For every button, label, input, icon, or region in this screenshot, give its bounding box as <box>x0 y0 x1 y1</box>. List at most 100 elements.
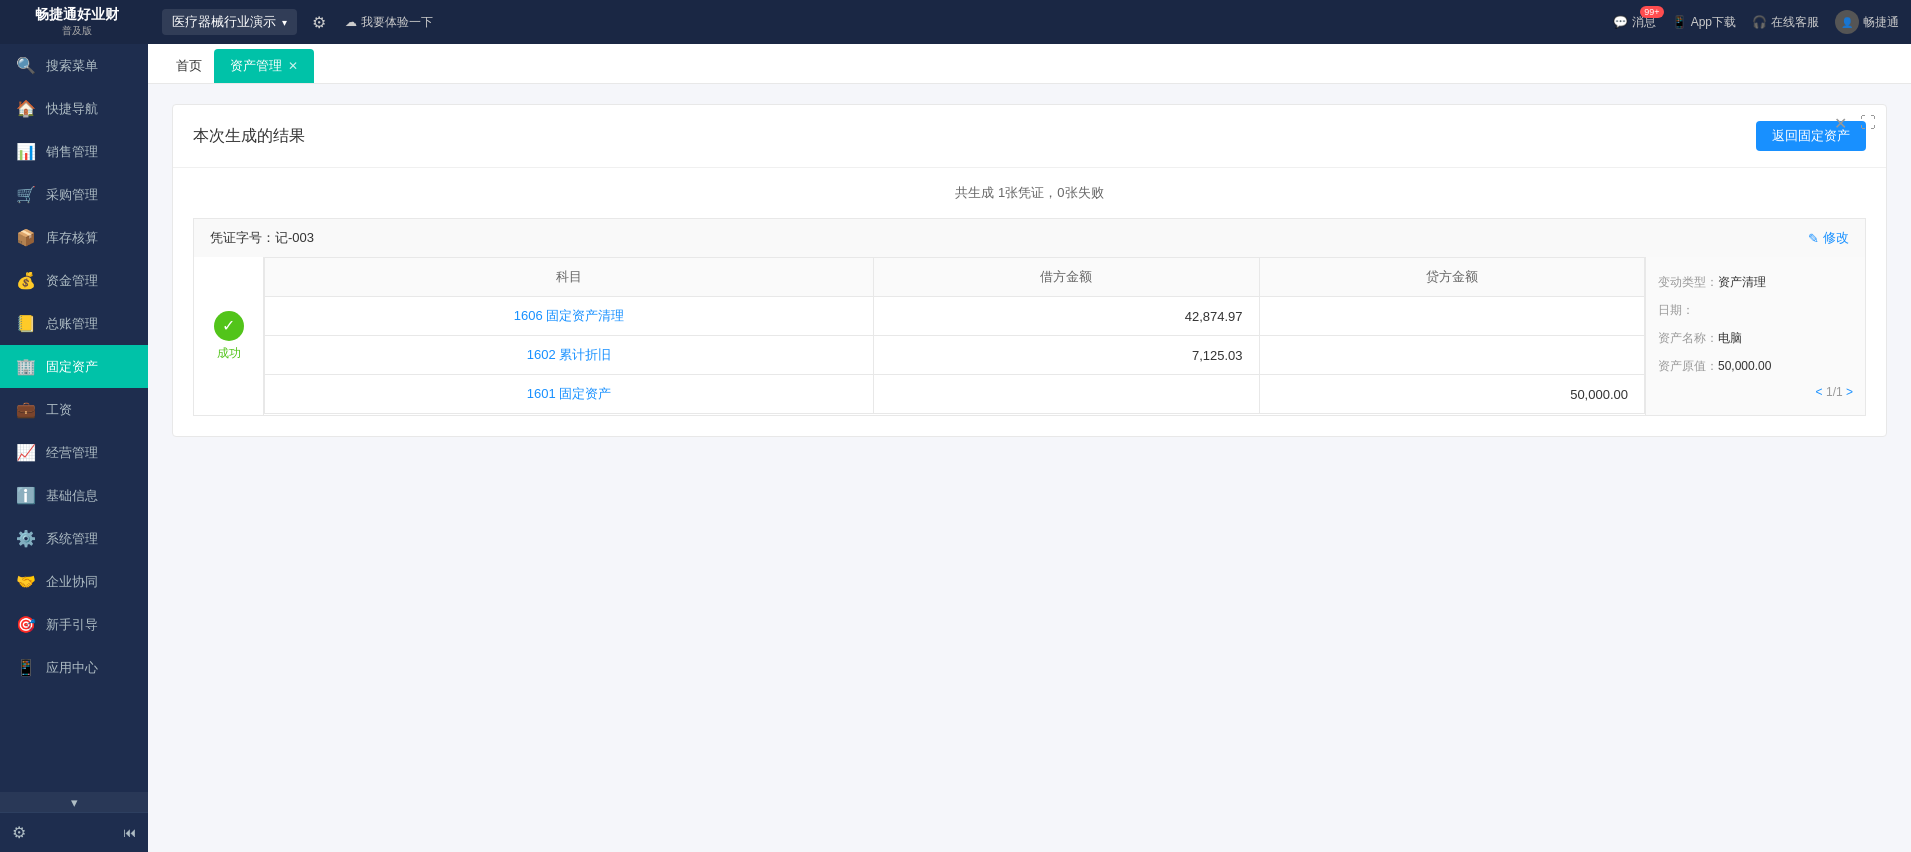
guide-icon: 🎯 <box>16 615 36 634</box>
voucher-table-wrapper: 科目 借方金额 贷方金额 1606 固定资产清理 42,874.97 <box>264 257 1645 415</box>
online-service-label: 在线客服 <box>1771 14 1819 31</box>
sidebar-item-quick-nav[interactable]: 🏠 快捷导航 <box>0 87 148 130</box>
main-layout: 🔍 搜索菜单 🏠 快捷导航 📊 销售管理 🛒 采购管理 📦 库存核算 💰 <box>0 44 1911 852</box>
online-service-nav-item[interactable]: 🎧 在线客服 <box>1752 14 1819 31</box>
sidebar-item-purchase[interactable]: 🛒 采购管理 <box>0 173 148 216</box>
sidebar-item-label: 工资 <box>46 401 72 419</box>
asset-value-label: 资产原值： <box>1658 357 1718 375</box>
sidebar-item-fixed-assets[interactable]: 🏢 固定资产 <box>0 345 148 388</box>
chevron-down-icon: ▾ <box>282 17 287 28</box>
debit-cell-2: 7,125.03 <box>874 336 1259 375</box>
close-icon[interactable]: ✕ <box>1828 111 1852 135</box>
status-column: ✓ 成功 <box>194 257 264 415</box>
table-row: 1601 固定资产 50,000.00 <box>265 375 1645 414</box>
payroll-icon: 💼 <box>16 400 36 419</box>
ledger-icon: 📒 <box>16 314 36 333</box>
sidebar-item-ledger[interactable]: 📒 总账管理 <box>0 302 148 345</box>
purchase-icon: 🛒 <box>16 185 36 204</box>
prev-page-button[interactable]: < <box>1816 385 1823 399</box>
change-type-label: 变动类型： <box>1658 273 1718 291</box>
tab-close-icon[interactable]: ✕ <box>288 59 298 73</box>
logo-area: 畅捷通好业财 普及版 <box>12 6 142 38</box>
sidebar-item-label: 基础信息 <box>46 487 98 505</box>
cloud-icon: ☁ <box>345 15 357 29</box>
sidebar-item-search[interactable]: 🔍 搜索菜单 <box>0 44 148 87</box>
summary-text: 共生成 1张凭证，0张失败 <box>955 185 1103 200</box>
app-download-nav-item[interactable]: 📱 App下载 <box>1672 14 1736 31</box>
sidebar-item-guide[interactable]: 🎯 新手引导 <box>0 603 148 646</box>
sidebar-item-label: 固定资产 <box>46 358 98 376</box>
message-badge: 99+ <box>1640 6 1663 18</box>
header-right: 💬 消息 99+ 📱 App下载 🎧 在线客服 👤 畅捷通 <box>1613 10 1899 34</box>
inventory-icon: 📦 <box>16 228 36 247</box>
page-content: ✕ ⛶ 本次生成的结果 返回固定资产 共生成 1张凭证，0张失败 凭证字号：记-… <box>148 84 1911 852</box>
sidebar-item-label: 搜索菜单 <box>46 57 98 75</box>
user-name: 畅捷通 <box>1863 14 1899 31</box>
sidebar-item-basic-info[interactable]: ℹ️ 基础信息 <box>0 474 148 517</box>
sidebar-scroll-down[interactable]: ▾ <box>0 792 148 812</box>
content-area: 首页 资产管理 ✕ ✕ ⛶ 本次生成的结果 返回固定资产 <box>148 44 1911 852</box>
edit-icon: ✎ <box>1808 231 1819 246</box>
tab-asset-mgmt[interactable]: 资产管理 ✕ <box>214 49 314 83</box>
headset-icon: 🎧 <box>1752 15 1767 29</box>
result-header: 本次生成的结果 返回固定资产 <box>173 105 1886 168</box>
bottom-settings-icon[interactable]: ⚙ <box>12 823 26 842</box>
asset-name-value: 电脑 <box>1718 329 1742 347</box>
sidebar-item-label: 新手引导 <box>46 616 98 634</box>
col-debit: 借方金额 <box>874 258 1259 297</box>
tab-asset-mgmt-label: 资产管理 <box>230 57 282 75</box>
sidebar-item-inventory[interactable]: 📦 库存核算 <box>0 216 148 259</box>
app-center-icon: 📱 <box>16 658 36 677</box>
col-credit: 贷方金额 <box>1259 258 1644 297</box>
sidebar-item-sys-mgmt[interactable]: ⚙️ 系统管理 <box>0 517 148 560</box>
result-summary: 共生成 1张凭证，0张失败 <box>173 168 1886 218</box>
sales-icon: 📊 <box>16 142 36 161</box>
info-icon: ℹ️ <box>16 486 36 505</box>
voucher-header: 凭证字号：记-003 ✎ 修改 <box>193 218 1866 257</box>
ops-icon: 📈 <box>16 443 36 462</box>
experience-button[interactable]: ☁ 我要体验一下 <box>345 14 433 31</box>
col-subject: 科目 <box>265 258 874 297</box>
coop-icon: 🤝 <box>16 572 36 591</box>
user-nav-item[interactable]: 👤 畅捷通 <box>1835 10 1899 34</box>
sidebar-item-app-center[interactable]: 📱 应用中心 <box>0 646 148 689</box>
success-status: ✓ 成功 <box>206 303 252 370</box>
sidebar-item-finance[interactable]: 💰 资金管理 <box>0 259 148 302</box>
sidebar-scroll: 🔍 搜索菜单 🏠 快捷导航 📊 销售管理 🛒 采购管理 📦 库存核算 💰 <box>0 44 148 792</box>
asset-name-row: 资产名称： 电脑 <box>1658 329 1853 347</box>
sidebar-item-label: 经营管理 <box>46 444 98 462</box>
collapse-sidebar-button[interactable]: ⏮ <box>123 825 136 840</box>
app-download-label: App下载 <box>1691 14 1736 31</box>
sidebar-item-label: 总账管理 <box>46 315 98 333</box>
sidebar-bottom: ⚙ ⏮ <box>0 812 148 852</box>
avatar: 👤 <box>1835 10 1859 34</box>
expand-icon[interactable]: ⛶ <box>1856 111 1880 135</box>
change-type-row: 变动类型： 资产清理 <box>1658 273 1853 291</box>
settings-icon[interactable]: ⚙ <box>305 8 333 36</box>
asset-value-value: 50,000.00 <box>1718 357 1771 375</box>
subject-cell-3: 1601 固定资产 <box>265 375 874 414</box>
next-page-button[interactable]: > <box>1846 385 1853 399</box>
experience-label: 我要体验一下 <box>361 14 433 31</box>
top-header: 畅捷通好业财 普及版 医疗器械行业演示 ▾ ⚙ ☁ 我要体验一下 💬 消息 99… <box>0 0 1911 44</box>
sidebar-item-payroll[interactable]: 💼 工资 <box>0 388 148 431</box>
sidebar-item-label: 快捷导航 <box>46 100 98 118</box>
credit-cell-1 <box>1259 297 1644 336</box>
sidebar-item-label: 企业协同 <box>46 573 98 591</box>
voucher-number: 凭证字号：记-003 <box>210 229 314 247</box>
edit-button[interactable]: ✎ 修改 <box>1808 229 1849 247</box>
sidebar-item-ops[interactable]: 📈 经营管理 <box>0 431 148 474</box>
tab-home[interactable]: 首页 <box>164 49 214 83</box>
voucher-section: 凭证字号：记-003 ✎ 修改 ✓ <box>193 218 1866 416</box>
app-edition: 普及版 <box>62 24 92 38</box>
table-row: 1602 累计折旧 7,125.03 <box>265 336 1645 375</box>
company-selector[interactable]: 医疗器械行业演示 ▾ <box>162 9 297 35</box>
checkmark-icon: ✓ <box>222 316 235 335</box>
messages-nav-item[interactable]: 💬 消息 99+ <box>1613 14 1656 31</box>
sidebar-item-sales[interactable]: 📊 销售管理 <box>0 130 148 173</box>
dialog-controls: ✕ ⛶ <box>1822 105 1886 141</box>
change-type-value: 资产清理 <box>1718 273 1766 291</box>
sidebar-item-coop[interactable]: 🤝 企业协同 <box>0 560 148 603</box>
company-name: 医疗器械行业演示 <box>172 13 276 31</box>
sidebar-item-label: 库存核算 <box>46 229 98 247</box>
